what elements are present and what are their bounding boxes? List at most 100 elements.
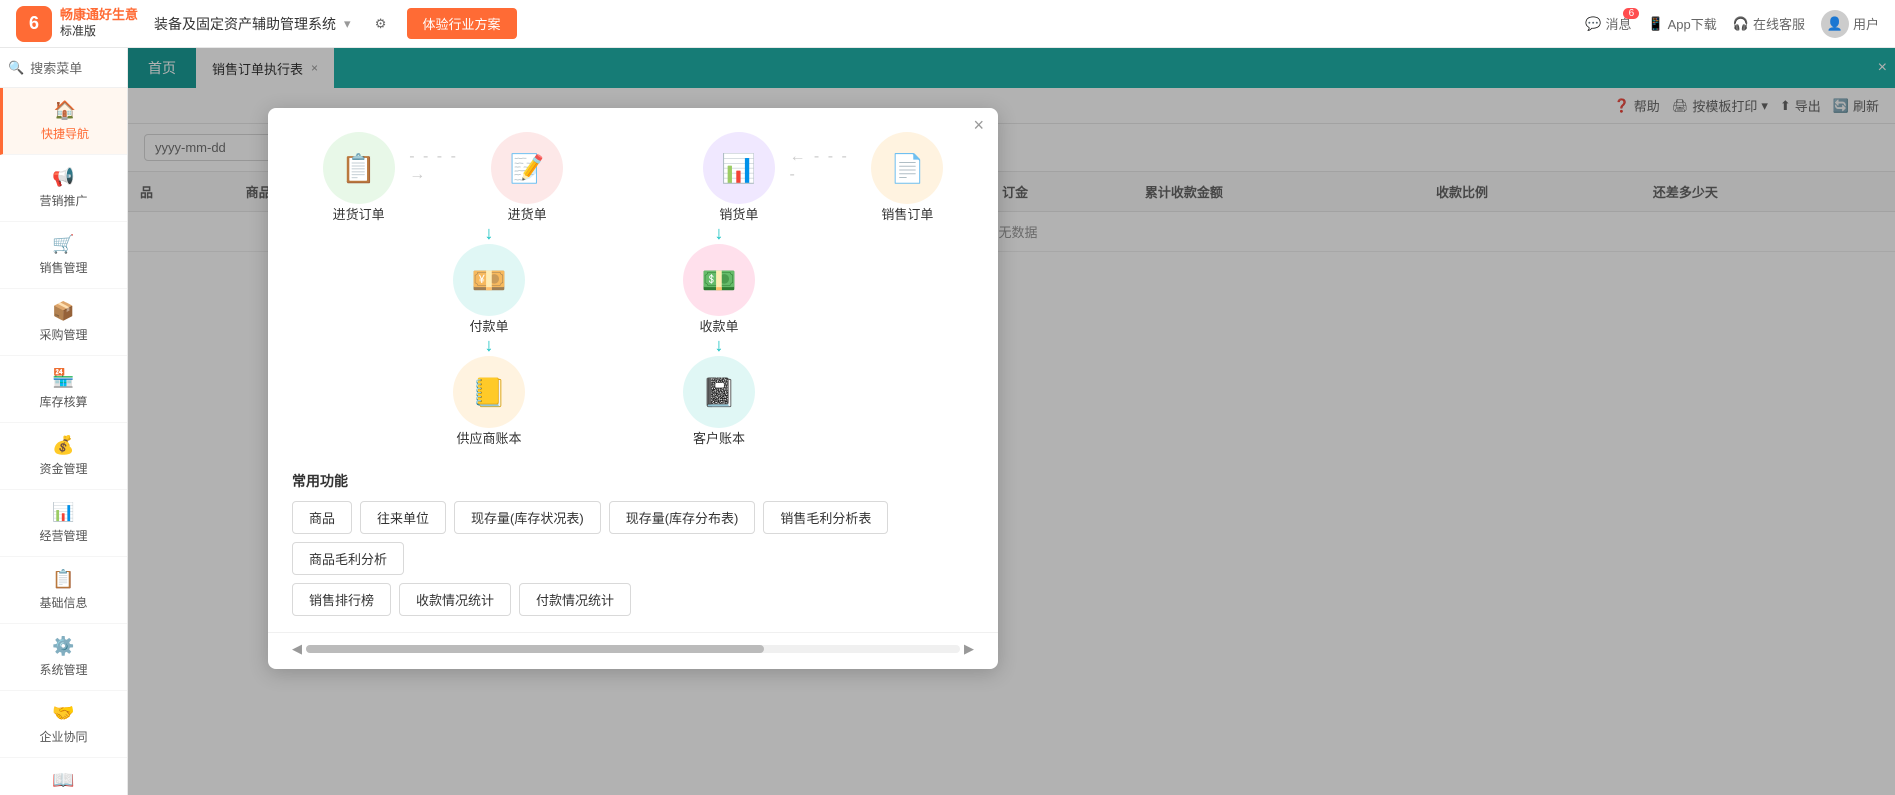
sidebar-item-marketing[interactable]: 📢 营销推广 xyxy=(0,155,127,222)
chevron-down-payment: ↓ xyxy=(485,335,494,356)
spacer2b xyxy=(418,223,434,244)
avatar: 👤 xyxy=(1821,10,1849,38)
common-btn-product[interactable]: 商品 xyxy=(292,501,352,534)
logo-icon: 6 xyxy=(16,6,52,42)
home-icon: 🏠 xyxy=(54,100,76,121)
common-btn-stock-dist[interactable]: 现存量(库存分布表) xyxy=(609,501,756,534)
enterprise-icon: 🤝 xyxy=(52,703,74,724)
flow-node-purchase-order[interactable]: 📋 进货订单 xyxy=(308,132,409,223)
receipt-slip-icon: 💵 xyxy=(683,244,755,316)
arrow-down-sales: ↓ xyxy=(664,223,774,244)
system-dropdown-icon[interactable]: ▾ xyxy=(344,16,351,32)
common-btn-sales-rank[interactable]: 销售排行榜 xyxy=(292,583,391,616)
sales-icon: 🛒 xyxy=(52,234,74,255)
service-icon: 🎧 xyxy=(1733,16,1749,32)
online-service-button[interactable]: 🎧 在线客服 xyxy=(1733,14,1805,33)
settings-icon[interactable]: ⚙ xyxy=(367,10,395,38)
spacer3b xyxy=(774,223,790,244)
logo: 6 畅康通好生意 标准版 xyxy=(16,6,138,42)
chevron-down-receipt: ↓ xyxy=(715,335,724,356)
guide-icon: 📖 xyxy=(52,770,74,791)
top-bar-right: 💬 消息 6 📱 App下载 🎧 在线客服 👤 用户 xyxy=(1585,10,1879,38)
operation-icon: 📊 xyxy=(52,502,74,523)
arrow-down-payment: ↓ xyxy=(434,335,544,356)
content-area: 首页 销售订单执行表 × × ❓ 帮助 🖨 按模板打印 ▾ xyxy=(128,48,1895,795)
flow-node-customer-ledger[interactable]: 📓 客户账本 xyxy=(664,356,774,447)
customer-ledger-icon: 📓 xyxy=(683,356,755,428)
search-icon: 🔍 xyxy=(8,60,24,76)
common-btn-product-profit[interactable]: 商品毛利分析 xyxy=(292,542,404,575)
modal-scrollbar: ◀ ▶ xyxy=(268,632,998,669)
spacer9b xyxy=(774,335,790,356)
sales-order-icon: 📄 xyxy=(871,132,943,204)
spacer3 xyxy=(544,223,664,244)
sidebar-item-basic-info[interactable]: 📋 基础信息 xyxy=(0,557,127,624)
arrow-left-1: ← - - - - xyxy=(789,148,856,184)
arrow-right-1: - - - - → xyxy=(409,148,476,184)
message-badge: 6 xyxy=(1623,8,1639,19)
flow-node-supplier-ledger[interactable]: 📒 供应商账本 xyxy=(434,356,544,447)
common-btn-stock-status[interactable]: 现存量(库存状况表) xyxy=(454,501,601,534)
sidebar-item-quick-nav[interactable]: 🏠 快捷导航 xyxy=(0,88,127,155)
sales-slip-icon: 📊 xyxy=(703,132,775,204)
purchase-icon: 📦 xyxy=(52,301,74,322)
message-icon: 💬 xyxy=(1585,16,1601,32)
common-btn-payment-stats[interactable]: 付款情况统计 xyxy=(519,583,631,616)
sidebar-item-purchase[interactable]: 📦 采购管理 xyxy=(0,289,127,356)
sidebar-item-finance[interactable]: 💰 资金管理 xyxy=(0,423,127,490)
app-download-button[interactable]: 📱 App下载 xyxy=(1647,14,1716,33)
flow-node-sales-slip[interactable]: 📊 销货单 xyxy=(688,132,789,223)
flow-node-receipt-slip[interactable]: 💵 收款单 xyxy=(664,244,774,335)
scroll-right-arrow[interactable]: ▶ xyxy=(964,641,974,657)
spacer8 xyxy=(308,335,418,356)
flow-node-payment-slip[interactable]: 💴 付款单 xyxy=(434,244,544,335)
sidebar-item-inventory[interactable]: 🏪 库存核算 xyxy=(0,356,127,423)
payment-slip-icon: 💴 xyxy=(453,244,525,316)
flow-node-purchase-slip[interactable]: 📝 进货单 xyxy=(477,132,578,223)
user-menu[interactable]: 👤 用户 xyxy=(1821,10,1879,38)
supplier-ledger-icon: 📒 xyxy=(453,356,525,428)
sidebar-item-system[interactable]: ⚙️ 系统管理 xyxy=(0,624,127,691)
message-button[interactable]: 💬 消息 6 xyxy=(1585,14,1631,33)
modal-box: × 📋 进货订单 - - - - → xyxy=(268,108,998,669)
experience-button[interactable]: 体验行业方案 xyxy=(407,8,517,39)
sidebar-search[interactable]: 🔍 搜索菜单 xyxy=(0,48,127,88)
spacer9 xyxy=(544,335,664,356)
top-bar-center: 装备及固定资产辅助管理系统 ▾ ⚙ 体验行业方案 xyxy=(154,8,1585,39)
modal-overlay: × 📋 进货订单 - - - - → xyxy=(128,48,1895,795)
common-btn-sales-profit[interactable]: 销售毛利分析表 xyxy=(763,501,888,534)
flow-section: 📋 进货订单 - - - - → 📝 进货单 xyxy=(268,108,998,471)
arrow-down-receipt: ↓ xyxy=(664,335,774,356)
scroll-left-arrow[interactable]: ◀ xyxy=(292,641,302,657)
modal-close-button[interactable]: × xyxy=(973,116,984,134)
system-name: 装备及固定资产辅助管理系统 xyxy=(154,14,336,34)
common-btn-partner[interactable]: 往来单位 xyxy=(360,501,446,534)
purchase-order-icon: 📋 xyxy=(323,132,395,204)
inventory-icon: 🏪 xyxy=(52,368,74,389)
finance-icon: 💰 xyxy=(52,435,74,456)
scroll-thumb[interactable] xyxy=(306,645,764,653)
spacer2 xyxy=(308,223,418,244)
purchase-slip-icon: 📝 xyxy=(491,132,563,204)
scroll-track xyxy=(306,645,960,653)
sidebar-item-guide[interactable]: 📖 新手引导 xyxy=(0,758,127,795)
spacer10 xyxy=(790,335,900,356)
spacer8b xyxy=(418,335,434,356)
spacer4 xyxy=(790,223,900,244)
chevron-down-sales: ↓ xyxy=(715,223,724,244)
sidebar: 🔍 搜索菜单 🏠 快捷导航 📢 营销推广 🛒 销售管理 📦 采购管理 🏪 xyxy=(0,48,128,795)
sidebar-item-operation[interactable]: 📊 经营管理 xyxy=(0,490,127,557)
marketing-icon: 📢 xyxy=(52,167,74,188)
arrow-down-purchase: ↓ xyxy=(434,223,544,244)
sidebar-item-sales[interactable]: 🛒 销售管理 xyxy=(0,222,127,289)
common-btn-receipt-stats[interactable]: 收款情况统计 xyxy=(399,583,511,616)
download-icon: 📱 xyxy=(1647,16,1663,32)
sidebar-item-enterprise[interactable]: 🤝 企业协同 xyxy=(0,691,127,758)
flow-node-sales-order[interactable]: 📄 销售订单 xyxy=(857,132,958,223)
top-bar: 6 畅康通好生意 标准版 装备及固定资产辅助管理系统 ▾ ⚙ 体验行业方案 💬 … xyxy=(0,0,1895,48)
basic-info-icon: 📋 xyxy=(52,569,74,590)
common-section-title: 常用功能 xyxy=(292,471,974,491)
common-buttons: 商品 往来单位 现存量(库存状况表) 现存量(库存分布表) 销售毛利分析表 商品… xyxy=(292,501,974,575)
chevron-down-purchase: ↓ xyxy=(485,223,494,244)
common-buttons-row2: 销售排行榜 收款情况统计 付款情况统计 xyxy=(292,583,974,616)
